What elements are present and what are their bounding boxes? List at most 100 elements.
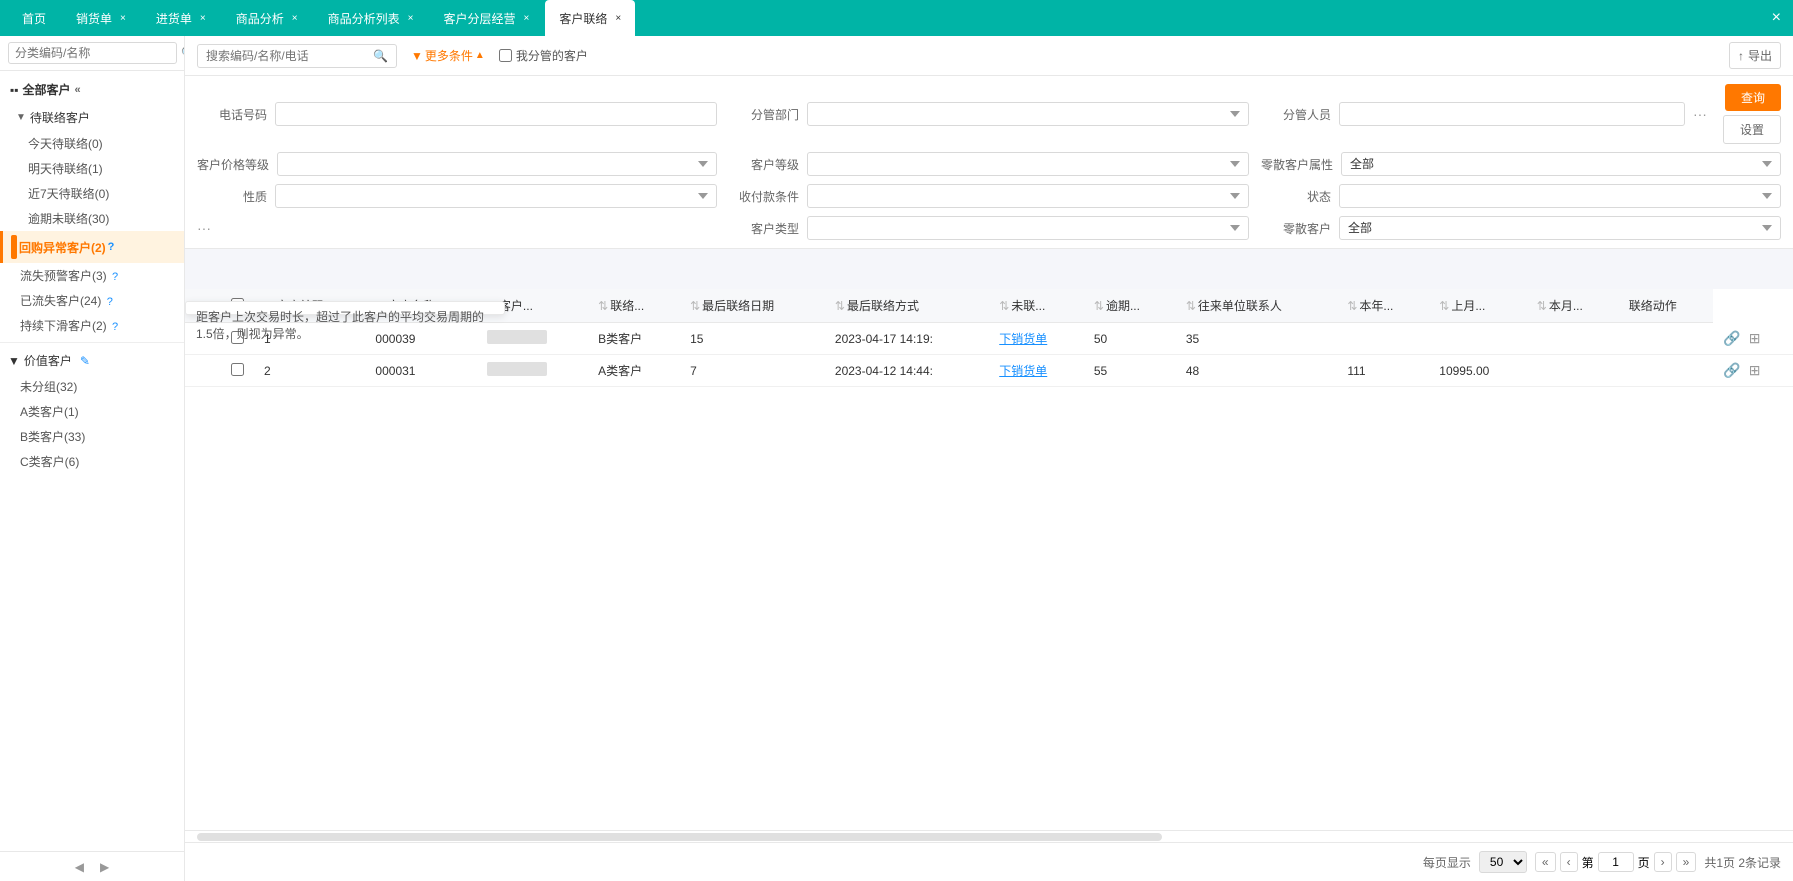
sidebar-item-tomorrow[interactable]: 明天待联络(1) [8,156,184,181]
sort-icon-overdue[interactable]: ⇅ [1094,299,1104,313]
sort-icon-year[interactable]: ⇅ [1347,299,1357,313]
sidebar-value-group[interactable]: ▼ 价值客户 ✎ [0,347,184,374]
my-customers-checkbox-input[interactable] [499,49,512,62]
row1-last-month [1527,323,1619,355]
row2-unlinked: 55 [1084,355,1176,387]
row1-grid-icon[interactable]: ⊞ [1749,330,1761,347]
sidebar-item-7days[interactable]: 近7天待联络(0) [8,181,184,206]
payment-select[interactable] [807,184,1249,208]
sidebar-item-a-class[interactable]: A类客户(1) [0,399,184,424]
sort-icon-contact[interactable]: ⇅ [598,299,608,313]
tab-customer-segment[interactable]: 客户分层经营 × [429,0,543,36]
sidebar-bottom: ◀ ▶ [0,851,184,881]
row2-checkbox-input[interactable] [231,363,244,376]
sort-icon-date[interactable]: ⇅ [690,299,700,313]
next-page-btn[interactable]: › [1654,852,1672,872]
sidebar-scroll-right[interactable]: ▶ [92,860,117,874]
my-customers-checkbox[interactable]: 我分管的客户 [499,47,588,64]
tab-product-analysis-list[interactable]: 商品分析列表 × [314,0,428,36]
tab-close-analysis-list[interactable]: × [408,13,414,24]
row1-link-icon[interactable]: 🔗 [1723,330,1740,347]
search-icon[interactable]: 🔍 [373,49,388,63]
sidebar-item-ungroup[interactable]: 未分组(32) [0,374,184,399]
search-input[interactable] [206,49,369,63]
filter-row-3-col-1: 性质 [197,184,717,208]
value-edit-icon[interactable]: ✎ [80,354,90,368]
horizontal-scrollbar[interactable] [185,830,1793,842]
sidebar-search-input[interactable] [8,42,177,64]
sort-icon-lmonth[interactable]: ⇅ [1439,299,1449,313]
page-number-input[interactable] [1598,852,1634,872]
prev-page-btn[interactable]: ‹ [1560,852,1578,872]
tab-close-sales[interactable]: × [120,13,126,24]
retail-customer-select[interactable]: 全部 [1339,216,1781,240]
sort-icon-unlinked[interactable]: ⇅ [999,299,1009,313]
row1-method-link[interactable]: 下销货单 [999,332,1047,346]
sort-icon-person[interactable]: ⇅ [1186,299,1196,313]
price-grade-select[interactable] [277,152,717,176]
tab-close-contact[interactable]: × [615,13,621,24]
close-window-button[interactable]: × [1772,9,1781,27]
per-page-select[interactable]: 50 [1479,851,1527,873]
last-page-btn[interactable]: » [1676,852,1697,872]
repurchase-info-icon[interactable]: ? [108,241,115,253]
row4-dots[interactable]: ··· [197,220,211,236]
sidebar-item-overdue[interactable]: 逾期未联络(30) [8,206,184,231]
sidebar-scroll-left[interactable]: ◀ [67,860,92,874]
sidebar-item-b-class[interactable]: B类客户(33) [0,424,184,449]
customer-grade-select[interactable] [807,152,1249,176]
settings-button[interactable]: 设置 [1723,115,1781,144]
tab-home[interactable]: 首页 [8,0,60,36]
dept-label: 分管部门 [729,106,799,123]
manager-input[interactable] [1339,102,1685,126]
nature-select[interactable] [275,184,717,208]
row2-settings [185,355,221,387]
sort-icon-tmonth[interactable]: ⇅ [1537,299,1547,313]
sidebar-item-repurchase-abnormal[interactable]: 回购异常客户(2) ? [0,231,184,263]
tab-close-segment[interactable]: × [523,13,529,24]
manager-dots-btn[interactable]: ··· [1693,106,1707,122]
col-header-contact: ⇅联络... [588,289,680,323]
retail-attr-label: 零散客户属性 [1261,156,1333,173]
sidebar-item-lost[interactable]: 已流失客户(24) ? [0,288,184,313]
sort-icon-method[interactable]: ⇅ [835,299,845,313]
tab-customer-contact[interactable]: 客户联络 × [545,0,635,36]
status-select[interactable] [1339,184,1781,208]
top-navigation: 首页 销货单 × 进货单 × 商品分析 × 商品分析列表 × 客户分层经营 × … [0,0,1793,36]
more-conditions-btn[interactable]: ▼ 更多条件 ▲ [405,47,491,64]
action-col: 查询 设置 [1723,84,1781,144]
col-header-overdue: ⇅逾期... [1084,289,1176,323]
sidebar-collapse-btn[interactable]: « [75,84,81,96]
first-page-btn[interactable]: « [1535,852,1556,872]
tab-product-analysis[interactable]: 商品分析 × [222,0,312,36]
row2-checkbox[interactable] [221,355,254,387]
tab-close-analysis[interactable]: × [292,13,298,24]
phone-input[interactable] [275,102,717,126]
tab-sales-order[interactable]: 销货单 × [62,0,140,36]
sidebar-item-today[interactable]: 今天待联络(0) [8,131,184,156]
customer-type-select[interactable] [807,216,1249,240]
query-button[interactable]: 查询 [1725,84,1781,111]
filter-icon: ▼ [411,49,423,63]
sidebar-item-lost-pre[interactable]: 流失预警客户(3) ? [0,263,184,288]
row2-last-method[interactable]: 下销货单 [989,355,1084,387]
lost-info-icon[interactable]: ? [107,296,113,308]
row2-link-icon[interactable]: 🔗 [1723,362,1740,379]
page-total: 共1页 2条记录 [1704,854,1781,871]
row2-method-link[interactable]: 下销货单 [999,364,1047,378]
persist-down-info-icon[interactable]: ? [112,321,118,333]
row2-grid-icon[interactable]: ⊞ [1749,362,1761,379]
export-button[interactable]: ↑ 导出 [1729,42,1781,69]
sidebar-pending-group[interactable]: ▼ 待联络客户 [8,104,184,131]
dept-select[interactable] [807,102,1249,126]
sidebar-all-customers[interactable]: ▪▪ 全部客户 « [0,75,184,104]
sidebar-item-c-class[interactable]: C类客户(6) [0,449,184,474]
col-header-year-amount: ⇅本年... [1337,289,1429,323]
lost-pre-info-icon[interactable]: ? [112,271,118,283]
row1-last-method[interactable]: 下销货单 [989,323,1084,355]
retail-attr-select[interactable]: 全部 [1341,152,1781,176]
tab-close-purchase[interactable]: × [200,13,206,24]
sidebar-item-persist-down[interactable]: 持续下滑客户(2) ? [0,313,184,338]
row2-last-date: 2023-04-12 14:44: [825,355,989,387]
tab-purchase-order[interactable]: 进货单 × [142,0,220,36]
